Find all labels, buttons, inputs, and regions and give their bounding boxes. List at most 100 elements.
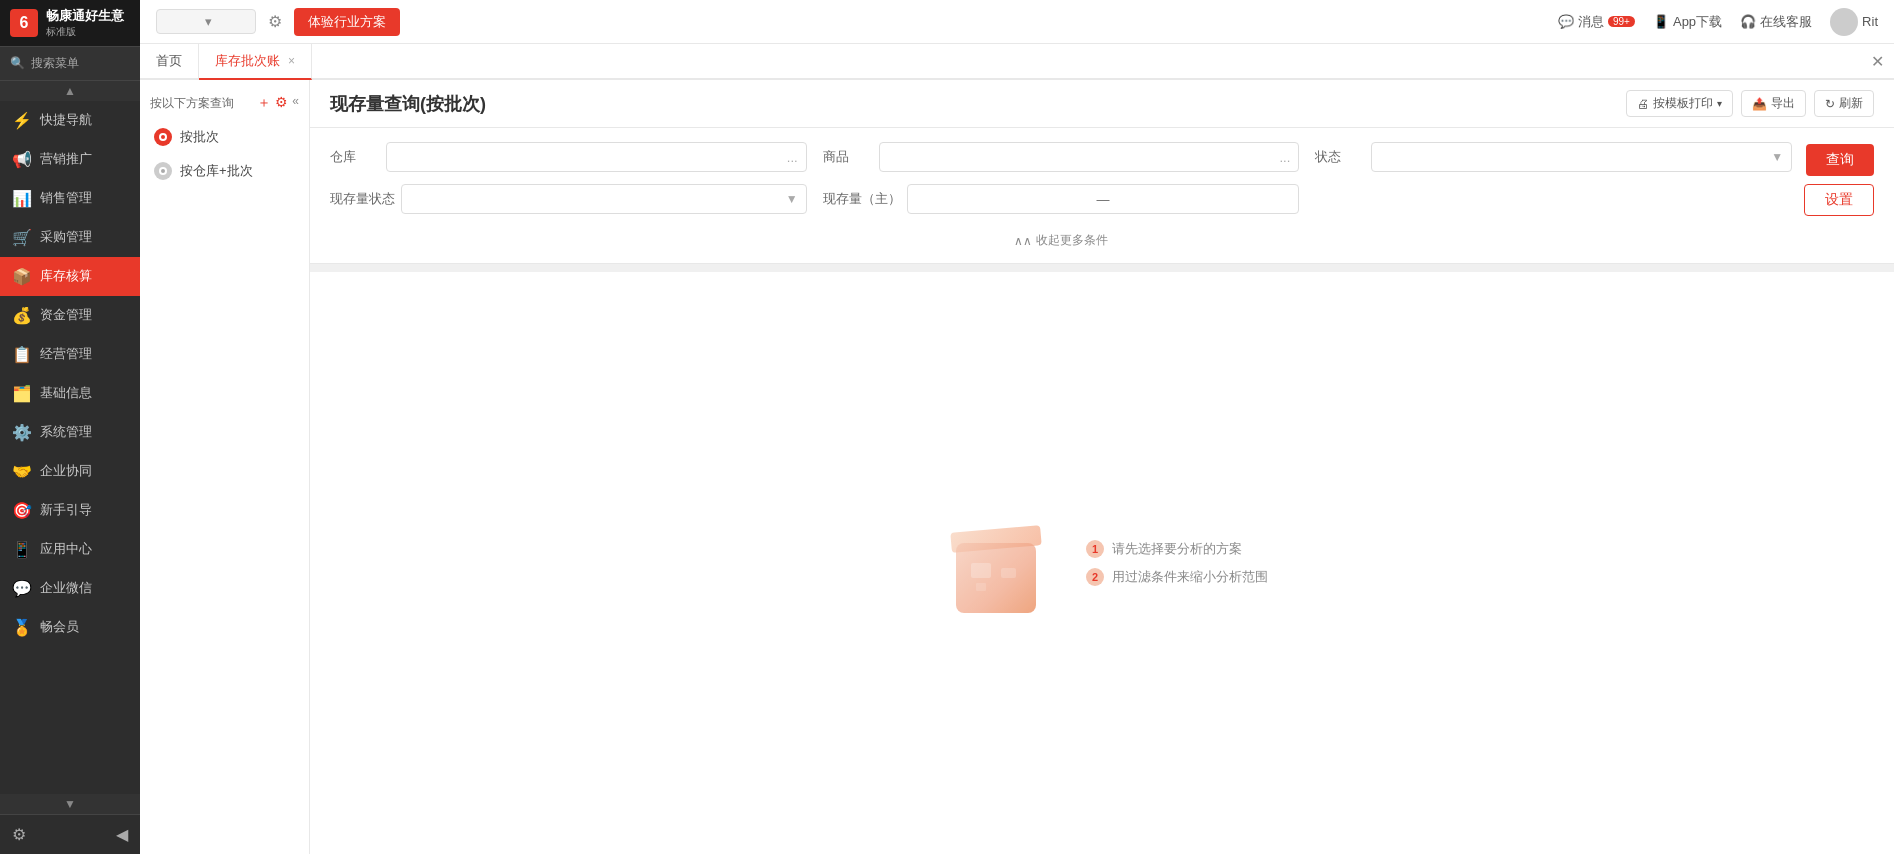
collapse-label: 收起更多条件 xyxy=(1036,232,1108,249)
status-field: 状态 ▼ xyxy=(1315,142,1792,172)
service-icon: 🎧 xyxy=(1740,14,1756,29)
sidebar-item-icon-sales: 📊 xyxy=(12,189,32,208)
sidebar-item-enterprise[interactable]: 🤝 企业协同 xyxy=(0,452,140,491)
tabbar-close-btn[interactable]: ✕ xyxy=(1861,44,1894,78)
tab-batch-account[interactable]: 库存批次账 × xyxy=(199,44,312,80)
sidebar-item-system[interactable]: ⚙️ 系统管理 xyxy=(0,413,140,452)
sidebar-settings-btn[interactable]: ⚙ xyxy=(12,825,26,844)
sidebar-item-label-inventory: 库存核算 xyxy=(40,267,128,285)
filter-item-warehouse-batch[interactable]: 按仓库+批次 xyxy=(140,154,309,188)
print-dropdown-icon[interactable]: ▾ xyxy=(1717,98,1722,109)
sidebar-item-label-sales: 销售管理 xyxy=(40,189,128,207)
empty-box xyxy=(956,543,1036,613)
main: ▾ ⚙ 体验行业方案 💬 消息 99+ 📱 App下载 🎧 在线客服 Rit xyxy=(140,0,1894,854)
sidebar-item-finance[interactable]: 💰 资金管理 xyxy=(0,296,140,335)
warehouse-field: 仓库 ... xyxy=(330,142,807,172)
filter-header-label: 按以下方案查询 xyxy=(150,95,234,112)
messages-label: 消息 xyxy=(1578,13,1604,31)
sidebar-brand: 畅康通好生意 标准版 xyxy=(46,8,124,38)
product-input-dots[interactable]: ... xyxy=(1280,150,1291,165)
sidebar-item-icon-vip: 🏅 xyxy=(12,618,32,637)
sidebar-item-label-guide: 新手引导 xyxy=(40,501,128,519)
user-label: Rit xyxy=(1862,14,1878,29)
product-field: 商品 ... xyxy=(823,142,1300,172)
user-btn[interactable]: Rit xyxy=(1830,8,1878,36)
inventory-status-dropdown-icon: ▼ xyxy=(786,192,798,206)
svg-point-3 xyxy=(161,169,165,173)
sidebar-item-basic[interactable]: 🗂️ 基础信息 xyxy=(0,374,140,413)
filter-add-btn[interactable]: ＋ xyxy=(257,94,271,112)
filter-warehouse-batch-label: 按仓库+批次 xyxy=(180,162,253,180)
online-service-btn[interactable]: 🎧 在线客服 xyxy=(1740,13,1812,31)
page-header: 现存量查询(按批次) 🖨 按模板打印 ▾ 📤 导出 ↻ 刷新 xyxy=(310,80,1894,128)
sidebar-item-label-vip: 畅会员 xyxy=(40,618,128,636)
sidebar-item-apps[interactable]: 📱 应用中心 xyxy=(0,530,140,569)
filter-collapse-btn[interactable]: « xyxy=(292,94,299,112)
sidebar-item-quick-nav[interactable]: ⚡ 快捷导航 xyxy=(0,101,140,140)
inventory-qty-range[interactable]: — xyxy=(907,184,1300,214)
topbar-gear-icon[interactable]: ⚙ xyxy=(268,12,282,31)
filter-actions: ＋ ⚙ « xyxy=(257,94,299,112)
search-form: 仓库 ... 商品 ... xyxy=(310,128,1894,264)
sidebar-item-operations[interactable]: 📋 经营管理 xyxy=(0,335,140,374)
product-input[interactable]: ... xyxy=(879,142,1300,172)
warehouse-input[interactable]: ... xyxy=(386,142,807,172)
warehouse-label: 仓库 xyxy=(330,148,380,166)
sidebar-item-icon-enterprise: 🤝 xyxy=(12,462,32,481)
tab-batch-account-label: 库存批次账 xyxy=(215,52,280,70)
sidebar-item-wechat[interactable]: 💬 企业微信 xyxy=(0,569,140,608)
warehouse-input-dots[interactable]: ... xyxy=(787,150,798,165)
empty-hint-item-1: 1 请先选择要分析的方案 xyxy=(1086,540,1268,558)
messages-btn[interactable]: 💬 消息 99+ xyxy=(1558,13,1635,31)
print-btn[interactable]: 🖨 按模板打印 ▾ xyxy=(1626,90,1733,117)
experience-btn[interactable]: 体验行业方案 xyxy=(294,8,400,36)
refresh-btn[interactable]: ↻ 刷新 xyxy=(1814,90,1874,117)
tab-home-label: 首页 xyxy=(156,52,182,70)
sidebar-logo: 6 xyxy=(10,9,38,37)
print-label: 按模板打印 xyxy=(1653,95,1713,112)
sidebar-scroll-down[interactable]: ▼ xyxy=(0,794,140,814)
sidebar-item-icon-system: ⚙️ xyxy=(12,423,32,442)
sidebar-scroll-up[interactable]: ▲ xyxy=(0,81,140,101)
filter-item-batch[interactable]: 按批次 xyxy=(140,120,309,154)
sidebar-search[interactable]: 🔍 搜索菜单 xyxy=(0,47,140,81)
status-select[interactable]: ▼ xyxy=(1371,142,1792,172)
sidebar-item-purchase[interactable]: 🛒 采购管理 xyxy=(0,218,140,257)
inventory-status-select[interactable]: ▼ xyxy=(401,184,807,214)
hint-2-number: 2 xyxy=(1086,568,1104,586)
sidebar-item-marketing[interactable]: 📢 营销推广 xyxy=(0,140,140,179)
topbar: ▾ ⚙ 体验行业方案 💬 消息 99+ 📱 App下载 🎧 在线客服 Rit xyxy=(140,0,1894,44)
query-btn[interactable]: 查询 xyxy=(1806,144,1874,176)
settings-btn[interactable]: 设置 xyxy=(1804,184,1874,216)
sidebar-item-icon-inventory: 📦 xyxy=(12,267,32,286)
hint-2-text: 用过滤条件来缩小分析范围 xyxy=(1112,568,1268,586)
form-row-2: 现存量状态 ▼ 现存量（主） — xyxy=(330,184,1792,214)
export-btn[interactable]: 📤 导出 xyxy=(1741,90,1806,117)
sidebar-scroll: ⚡ 快捷导航 📢 营销推广 📊 销售管理 🛒 采购管理 📦 库存核算 💰 资金管… xyxy=(0,101,140,794)
sidebar-item-vip[interactable]: 🏅 畅会员 xyxy=(0,608,140,647)
brand-sub: 标准版 xyxy=(46,25,124,38)
collapse-more-btn[interactable]: ∧∧ 收起更多条件 xyxy=(330,226,1792,255)
sidebar-item-label-system: 系统管理 xyxy=(40,423,128,441)
topbar-dropdown-btn[interactable]: ▾ xyxy=(205,14,212,29)
topbar-search-wrap[interactable]: ▾ xyxy=(156,9,256,34)
sidebar-collapse-btn[interactable]: ◀ xyxy=(116,825,128,844)
sidebar-item-label-apps: 应用中心 xyxy=(40,540,128,558)
main-panel: 现存量查询(按批次) 🖨 按模板打印 ▾ 📤 导出 ↻ 刷新 xyxy=(310,80,1894,854)
tab-home[interactable]: 首页 xyxy=(140,44,199,78)
sidebar-item-icon-marketing: 📢 xyxy=(12,150,32,169)
app-download-btn[interactable]: 📱 App下载 xyxy=(1653,13,1722,31)
tab-close-btn[interactable]: × xyxy=(288,54,295,68)
sidebar-item-inventory[interactable]: 📦 库存核算 xyxy=(0,257,140,296)
filter-batch-label: 按批次 xyxy=(180,128,219,146)
empty-hint-item-2: 2 用过滤条件来缩小分析范围 xyxy=(1086,568,1268,586)
online-service-label: 在线客服 xyxy=(1760,13,1812,31)
sidebar-item-label-basic: 基础信息 xyxy=(40,384,128,402)
form-row-1: 仓库 ... 商品 ... xyxy=(330,142,1792,172)
filter-settings-btn[interactable]: ⚙ xyxy=(275,94,288,112)
sidebar-item-guide[interactable]: 🎯 新手引导 xyxy=(0,491,140,530)
sidebar-item-sales[interactable]: 📊 销售管理 xyxy=(0,179,140,218)
inventory-qty-label: 现存量（主） xyxy=(823,190,901,208)
filter-header-left: 按以下方案查询 xyxy=(150,95,234,112)
status-label: 状态 xyxy=(1315,148,1365,166)
